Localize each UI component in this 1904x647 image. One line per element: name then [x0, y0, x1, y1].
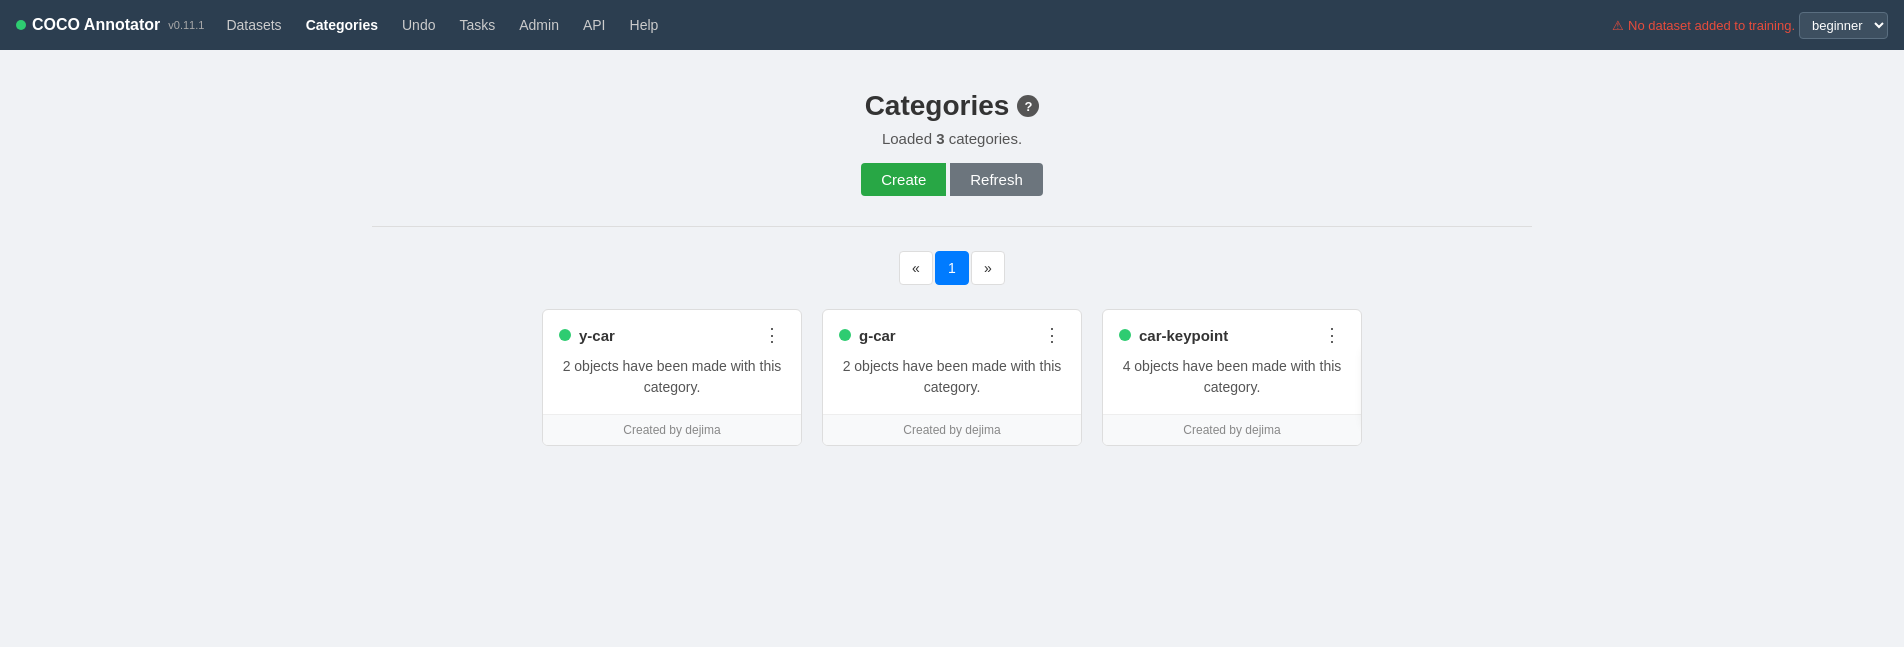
nav-help[interactable]: Help	[620, 11, 669, 39]
cat-name-0: y-car	[579, 327, 615, 344]
user-select[interactable]: beginner	[1799, 12, 1888, 39]
nav-tasks[interactable]: Tasks	[449, 11, 505, 39]
nav-categories[interactable]: Categories	[296, 11, 388, 39]
prev-page-button[interactable]: «	[899, 251, 933, 285]
nav-alert: ⚠ No dataset added to training.	[1612, 18, 1795, 33]
cat-footer-0: Created by dejima	[543, 414, 801, 445]
subtitle: Loaded 3 categories.	[372, 130, 1532, 147]
brand-name: COCO Annotator	[32, 16, 160, 34]
pagination: « 1 »	[372, 251, 1532, 285]
next-page-button[interactable]: »	[971, 251, 1005, 285]
brand-dot-icon	[16, 20, 26, 30]
page-header: Categories ? Loaded 3 categories. Create…	[372, 90, 1532, 196]
cat-footer-2: Created by dejima	[1103, 414, 1361, 445]
main-content: Categories ? Loaded 3 categories. Create…	[352, 50, 1552, 506]
subtitle-suffix: categories.	[945, 130, 1023, 147]
nav-admin[interactable]: Admin	[509, 11, 569, 39]
page-title: Categories	[865, 90, 1010, 122]
nav-undo[interactable]: Undo	[392, 11, 445, 39]
cat-name-2: car-keypoint	[1139, 327, 1228, 344]
cat-dot-2	[1119, 329, 1131, 341]
brand: COCO Annotator v0.11.1	[16, 16, 204, 34]
cat-desc-1: 2 objects have been made with this categ…	[839, 356, 1065, 398]
divider	[372, 226, 1532, 227]
category-count: 3	[936, 130, 944, 147]
cat-dot-0	[559, 329, 571, 341]
category-card-0: y-car ⋮ 2 objects have been made with th…	[542, 309, 802, 446]
nav-api[interactable]: API	[573, 11, 616, 39]
category-card-1: g-car ⋮ 2 objects have been made with th…	[822, 309, 1082, 446]
cat-footer-1: Created by dejima	[823, 414, 1081, 445]
subtitle-prefix: Loaded	[882, 130, 936, 147]
cat-desc-2: 4 objects have been made with this categ…	[1119, 356, 1345, 398]
navbar: COCO Annotator v0.11.1 Datasets Categori…	[0, 0, 1904, 50]
category-card-2: car-keypoint ⋮ 4 objects have been made …	[1102, 309, 1362, 446]
card-menu-button-2[interactable]: ⋮	[1319, 324, 1345, 346]
create-button[interactable]: Create	[861, 163, 946, 196]
cat-name-1: g-car	[859, 327, 896, 344]
alert-text: No dataset added to training.	[1628, 18, 1795, 33]
help-icon[interactable]: ?	[1017, 95, 1039, 117]
action-buttons: Create Refresh	[372, 163, 1532, 196]
refresh-button[interactable]: Refresh	[950, 163, 1043, 196]
cat-dot-1	[839, 329, 851, 341]
cards-wrapper: y-car ⋮ 2 objects have been made with th…	[372, 309, 1532, 446]
page-1-button[interactable]: 1	[935, 251, 969, 285]
alert-icon: ⚠	[1612, 18, 1624, 33]
card-menu-button-1[interactable]: ⋮	[1039, 324, 1065, 346]
brand-version: v0.11.1	[168, 19, 204, 31]
card-menu-button-0[interactable]: ⋮	[759, 324, 785, 346]
nav-datasets[interactable]: Datasets	[216, 11, 291, 39]
cat-desc-0: 2 objects have been made with this categ…	[559, 356, 785, 398]
